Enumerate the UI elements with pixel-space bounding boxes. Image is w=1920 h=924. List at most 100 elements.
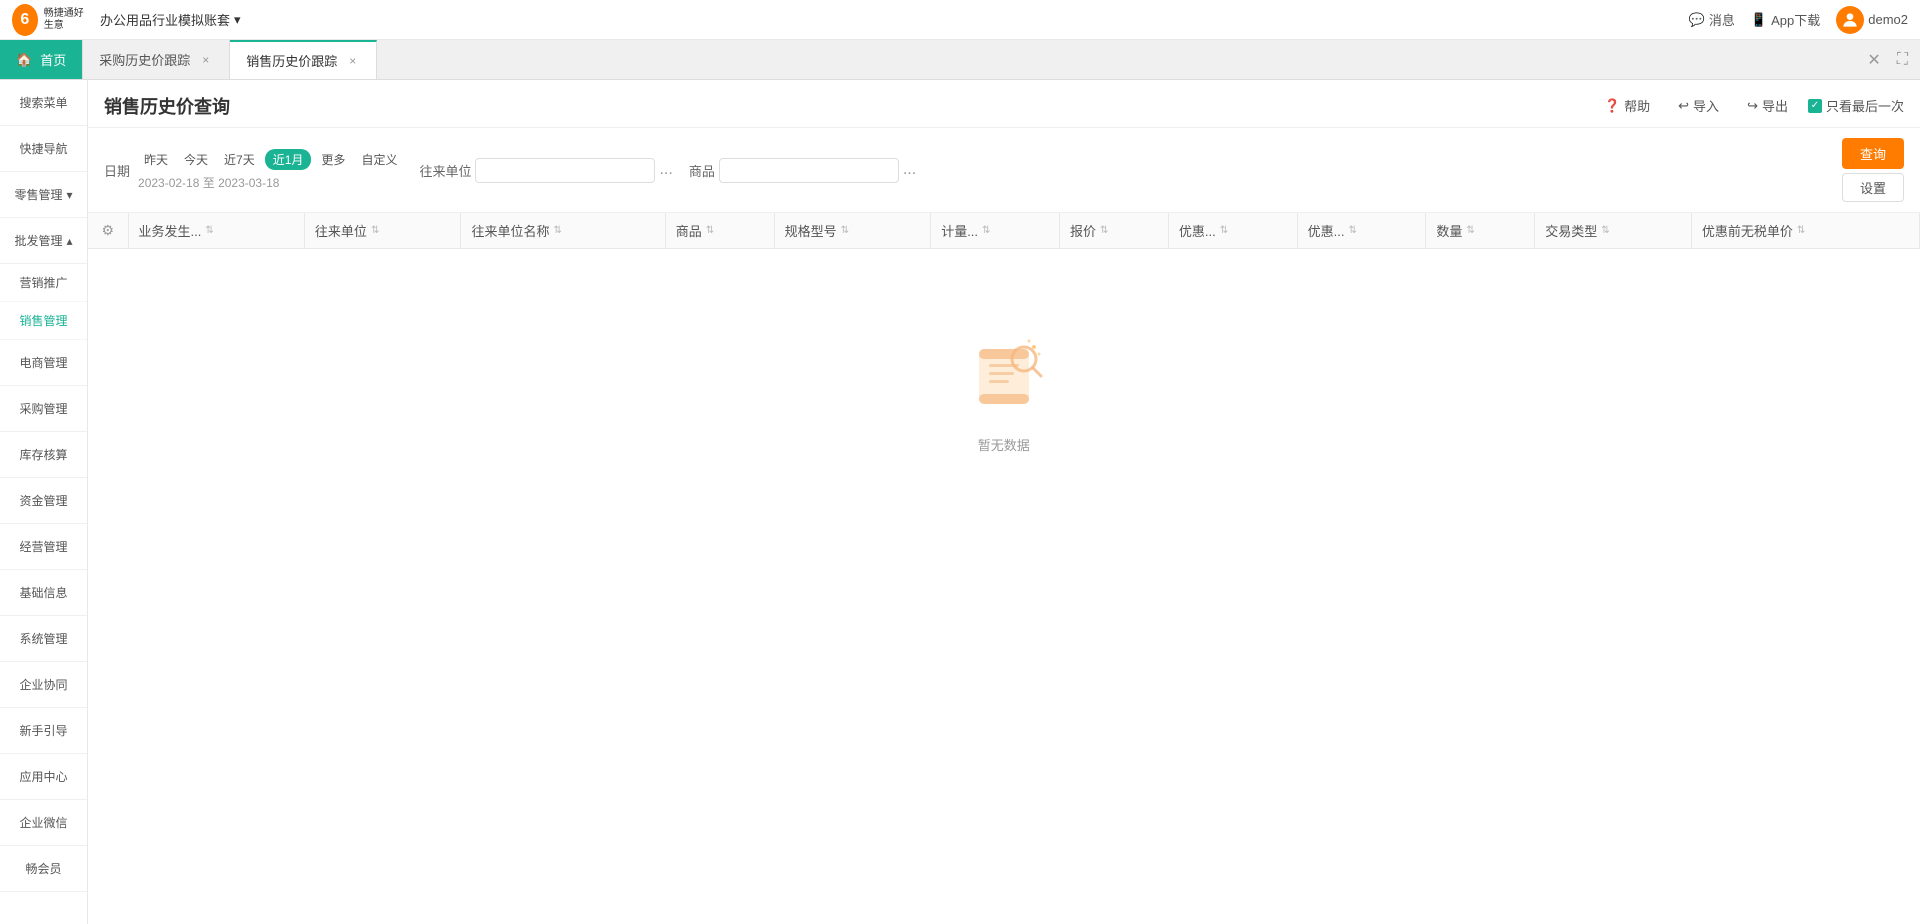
import-button[interactable]: ↩ 导入 [1670,92,1727,119]
search-menu-label: 搜索菜单 [19,94,67,111]
app-icon: 📱 [1751,12,1767,28]
sidebar-item-retail-mgmt[interactable]: 零售管理 ▾ [0,172,87,218]
date-btn-today[interactable]: 今天 [178,149,214,170]
col-trade-type: 交易类型 ⇅ [1535,213,1692,249]
filter-bar: 日期 昨天 今天 近7天 近1月 更多 自定义 2023-02-18 至 202… [88,128,1920,213]
maximize-button[interactable]: ⛶ [1893,47,1912,73]
col-partner-name: 往来单位名称 ⇅ [461,213,665,249]
sort-icon-partner-code: ⇅ [371,225,379,236]
sidebar-item-app-center[interactable]: 应用中心 [0,754,87,800]
date-filter-group: 日期 昨天 今天 近7天 近1月 更多 自定义 2023-02-18 至 202… [104,149,403,191]
main-layout: 搜索菜单 快捷导航 零售管理 ▾ 批发管理 ▴ 营销推广 销售管理 电商管理 采… [0,80,1920,924]
col-partner-code: 往来单位 ⇅ [304,213,461,249]
sidebar-item-system[interactable]: 系统管理 [0,616,87,662]
product-filter-group: 商品 ... [689,158,916,183]
topbar-right: 💬 消息 📱 App下载 demo2 [1689,6,1908,34]
chevron-icon: ▾ [66,188,72,202]
empty-illustration [959,329,1049,419]
product-label: 商品 [689,161,715,180]
sidebar-item-quick-nav[interactable]: 快捷导航 [0,126,87,172]
sort-partner-code[interactable]: 往来单位 ⇅ [315,221,451,240]
message-button[interactable]: 💬 消息 [1689,10,1735,29]
sidebar-item-search-menu[interactable]: 搜索菜单 [0,80,87,126]
sidebar-item-new-guide[interactable]: 新手引导 [0,708,87,754]
tab-home[interactable]: 🏠 首页 [0,40,83,79]
col-settings[interactable]: ⚙ [88,213,128,249]
date-btn-more[interactable]: 更多 [315,149,351,170]
sort-trade-type[interactable]: 交易类型 ⇅ [1545,221,1681,240]
sort-spec[interactable]: 规格型号 ⇅ [785,221,921,240]
tab-close-sales[interactable]: × [345,52,360,70]
sort-biz-date[interactable]: 业务发生... ⇅ [139,221,294,240]
content-area: 销售历史价查询 ❓ 帮助 ↩ 导入 ↪ 导出 ✓ 只看最后一次 [88,80,1920,924]
date-btn-yesterday[interactable]: 昨天 [138,149,174,170]
sort-discount1[interactable]: 优惠... ⇅ [1179,221,1287,240]
product-input[interactable] [719,158,899,183]
partner-input[interactable] [475,158,655,183]
date-btn-custom[interactable]: 自定义 [355,149,403,170]
help-icon: ❓ [1604,98,1620,114]
sidebar-item-wholesale-mgmt[interactable]: 批发管理 ▴ [0,218,87,264]
col-pre-tax-price: 优惠前无税单价 ⇅ [1691,213,1919,249]
help-button[interactable]: ❓ 帮助 [1596,92,1658,119]
chevron-up-icon: ▴ [66,234,72,248]
sidebar-item-basic-info[interactable]: 基础信息 [0,570,87,616]
logo-text: 畅捷通好生意 [44,8,92,32]
user-menu[interactable]: demo2 [1836,6,1908,34]
sort-qty[interactable]: 数量 ⇅ [1436,221,1524,240]
sidebar-item-purchase[interactable]: 采购管理 [0,386,87,432]
sort-product[interactable]: 商品 ⇅ [676,221,764,240]
sort-icon-unit: ⇅ [982,225,990,236]
partner-dots[interactable]: ... [659,161,672,179]
close-tab-button[interactable]: ✕ [1863,46,1884,74]
avatar [1836,6,1864,34]
topbar: 6 畅捷通好生意 办公用品行业模拟账套 ▾ 💬 消息 📱 App下载 demo2 [0,0,1920,40]
sidebar-item-finance[interactable]: 资金管理 [0,478,87,524]
sidebar-item-marketing[interactable]: 营销推广 [0,264,87,302]
sidebar-item-member[interactable]: 畅会员 [0,846,87,892]
message-icon: 💬 [1689,12,1705,28]
query-button[interactable]: 查询 [1842,138,1904,169]
data-table: ⚙ 业务发生... ⇅ 往来单位 ⇅ [88,213,1920,534]
export-button[interactable]: ↪ 导出 [1739,92,1796,119]
sidebar-item-sales-mgmt[interactable]: 销售管理 [0,302,87,340]
partner-filter-group: 往来单位 ... [419,158,672,183]
tabbar: 🏠 首页 采购历史价跟踪 × 销售历史价跟踪 × ✕ ⛶ [0,40,1920,80]
sort-icon-pre-tax-price: ⇅ [1797,225,1805,236]
sidebar-item-ecommerce[interactable]: 电商管理 [0,340,87,386]
col-product: 商品 ⇅ [665,213,774,249]
sort-quote[interactable]: 报价 ⇅ [1070,221,1158,240]
sort-icon-partner-name: ⇅ [554,225,562,236]
table-area: ⚙ 业务发生... ⇅ 往来单位 ⇅ [88,213,1920,924]
sort-unit[interactable]: 计量... ⇅ [941,221,1049,240]
tab-close-purchase[interactable]: × [198,51,213,69]
query-settings-group: 查询 设置 [1842,138,1904,202]
settings-icon[interactable]: ⚙ [101,222,114,238]
sort-icon-discount2: ⇅ [1348,225,1356,236]
sidebar-item-enterprise-collab[interactable]: 企业协同 [0,662,87,708]
logo-icon: 6 [12,4,38,36]
product-dots[interactable]: ... [903,161,916,179]
tab-purchase-history[interactable]: 采购历史价跟踪 × [83,40,230,79]
import-icon: ↩ [1678,98,1689,114]
sort-partner-name[interactable]: 往来单位名称 ⇅ [471,221,654,240]
only-last-checkbox[interactable]: ✓ 只看最后一次 [1808,96,1904,115]
sidebar-item-operation[interactable]: 经营管理 [0,524,87,570]
sort-discount2[interactable]: 优惠... ⇅ [1308,221,1416,240]
empty-state: 暂无数据 [88,249,1920,534]
date-btn-1month[interactable]: 近1月 [265,149,312,170]
tab-sales-history[interactable]: 销售历史价跟踪 × [230,40,377,79]
sidebar-item-enterprise-wechat[interactable]: 企业微信 [0,800,87,846]
app-download-button[interactable]: 📱 App下载 [1751,10,1820,29]
home-icon: 🏠 [16,52,32,68]
account-dropdown[interactable]: 办公用品行业模拟账套 ▾ [100,10,241,29]
col-discount2: 优惠... ⇅ [1297,213,1426,249]
settings-button[interactable]: 设置 [1842,173,1904,202]
date-btn-7days[interactable]: 近7天 [218,149,261,170]
col-quote: 报价 ⇅ [1059,213,1168,249]
table-header-row: ⚙ 业务发生... ⇅ 往来单位 ⇅ [88,213,1920,249]
date-quick-buttons: 昨天 今天 近7天 近1月 更多 自定义 [138,149,403,170]
sort-pre-tax-price[interactable]: 优惠前无税单价 ⇅ [1702,221,1909,240]
sidebar-item-inventory[interactable]: 库存核算 [0,432,87,478]
sort-icon-trade-type: ⇅ [1601,225,1609,236]
